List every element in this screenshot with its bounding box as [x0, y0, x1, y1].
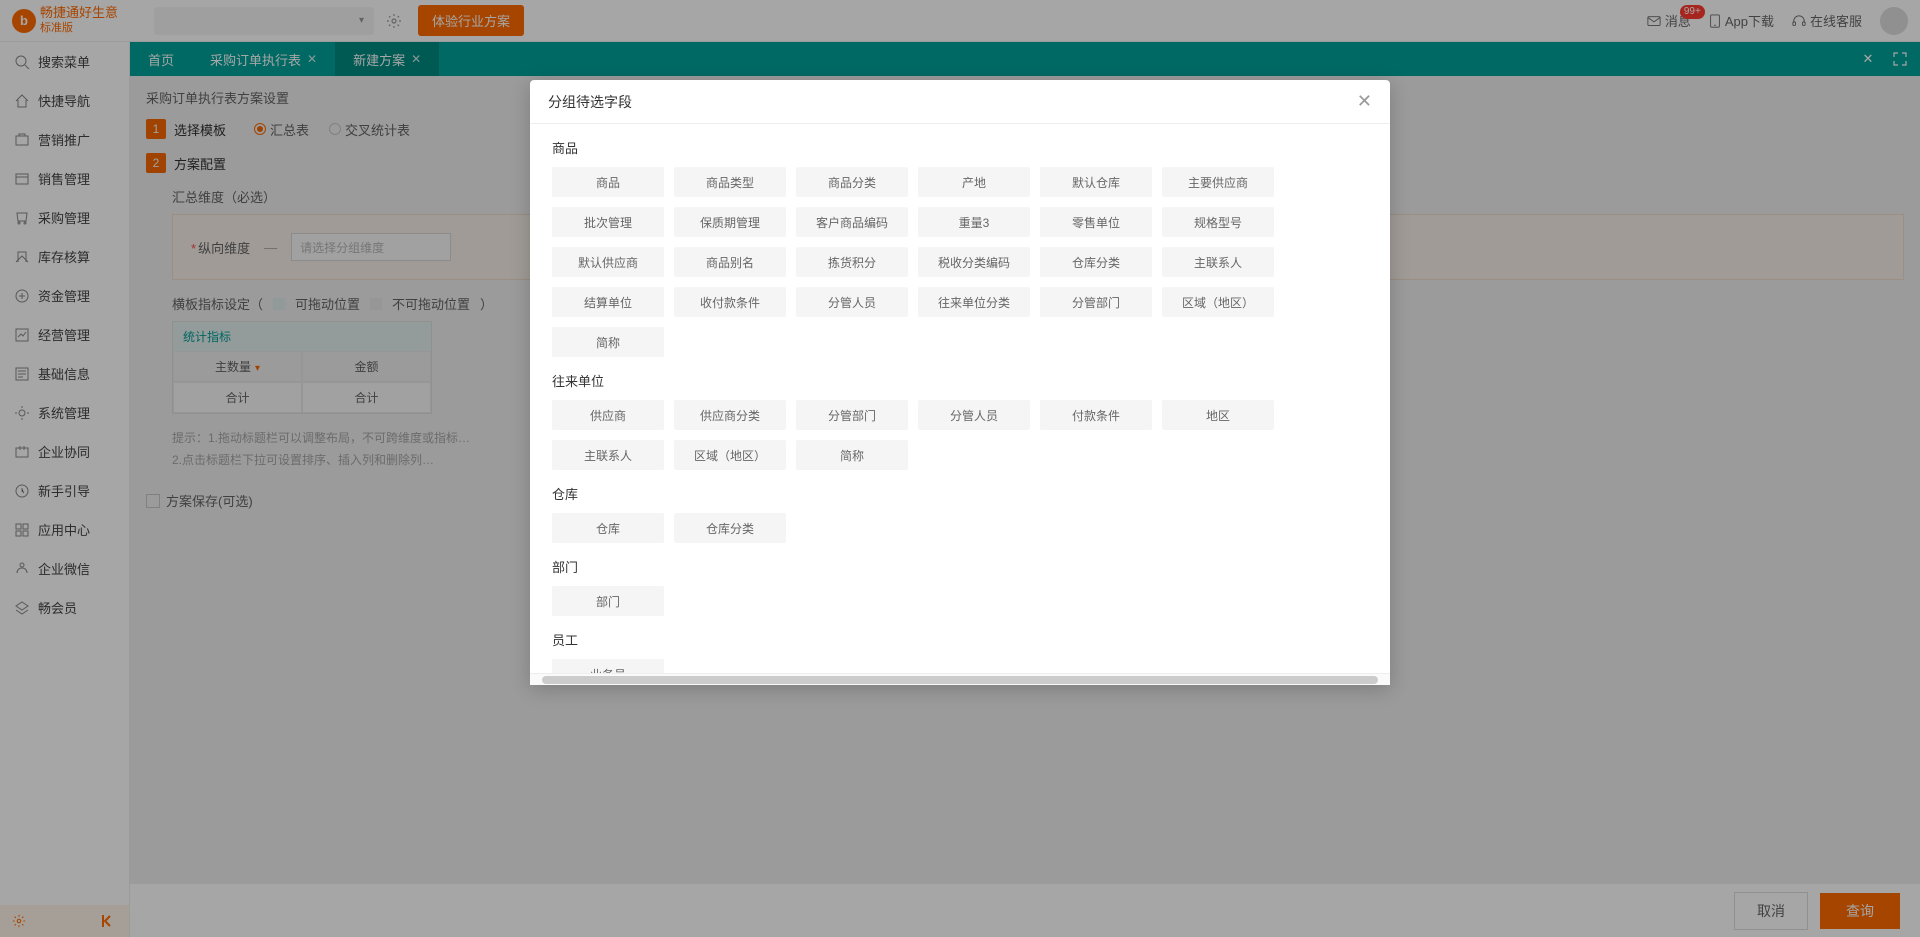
- field-group-title: 商品: [552, 138, 1368, 157]
- field-chip[interactable]: 往来单位分类: [918, 287, 1030, 317]
- field-chip[interactable]: 重量3: [918, 207, 1030, 237]
- field-group-3: 部门部门: [552, 557, 1368, 616]
- field-chip[interactable]: 商品类型: [674, 167, 786, 197]
- chip-row: 部门: [552, 586, 1368, 616]
- chip-row: 业务员: [552, 659, 1368, 673]
- field-group-1: 往来单位供应商供应商分类分管部门分管人员付款条件地区主联系人区域（地区） 简称: [552, 371, 1368, 470]
- close-icon[interactable]: ✕: [1357, 91, 1372, 112]
- field-chip[interactable]: 分管人员: [918, 400, 1030, 430]
- field-chip[interactable]: 规格型号: [1162, 207, 1274, 237]
- field-chip[interactable]: 区域（地区）: [674, 440, 786, 470]
- field-chip[interactable]: 保质期管理: [674, 207, 786, 237]
- field-chip[interactable]: 零售单位: [1040, 207, 1152, 237]
- field-chip[interactable]: 仓库: [552, 513, 664, 543]
- field-chip[interactable]: 主要供应商: [1162, 167, 1274, 197]
- field-chip[interactable]: 主联系人: [1162, 247, 1274, 277]
- field-picker-modal: 分组待选字段 ✕ 商品商品商品类型商品分类产地默认仓库主要供应商批次管理保质期管…: [530, 80, 1390, 685]
- field-group-title: 部门: [552, 557, 1368, 576]
- field-chip[interactable]: 产地: [918, 167, 1030, 197]
- field-chip[interactable]: 业务员: [552, 659, 664, 673]
- field-chip[interactable]: 默认仓库: [1040, 167, 1152, 197]
- field-chip[interactable]: 主联系人: [552, 440, 664, 470]
- field-chip[interactable]: 客户商品编码: [796, 207, 908, 237]
- field-chip[interactable]: 结算单位: [552, 287, 664, 317]
- field-group-0: 商品商品商品类型商品分类产地默认仓库主要供应商批次管理保质期管理客户商品编码重量…: [552, 138, 1368, 357]
- modal-horizontal-scrollbar[interactable]: [530, 673, 1390, 685]
- modal-body[interactable]: 商品商品商品类型商品分类产地默认仓库主要供应商批次管理保质期管理客户商品编码重量…: [530, 124, 1390, 673]
- field-chip[interactable]: 付款条件: [1040, 400, 1152, 430]
- field-chip[interactable]: 税收分类编码: [918, 247, 1030, 277]
- field-chip[interactable]: 简称: [796, 440, 908, 470]
- scrollbar-thumb[interactable]: [542, 676, 1378, 684]
- field-chip[interactable]: 供应商: [552, 400, 664, 430]
- field-group-title: 仓库: [552, 484, 1368, 503]
- modal-title: 分组待选字段: [548, 92, 632, 112]
- chip-row: 商品商品类型商品分类产地默认仓库主要供应商批次管理保质期管理客户商品编码重量3 零…: [552, 167, 1368, 357]
- field-chip[interactable]: 收付款条件: [674, 287, 786, 317]
- field-chip[interactable]: 分管部门: [1040, 287, 1152, 317]
- field-chip[interactable]: 商品: [552, 167, 664, 197]
- chip-row: 仓库仓库分类: [552, 513, 1368, 543]
- field-group-title: 员工: [552, 630, 1368, 649]
- field-chip[interactable]: 商品分类: [796, 167, 908, 197]
- modal-header: 分组待选字段 ✕: [530, 80, 1390, 124]
- field-group-2: 仓库仓库仓库分类: [552, 484, 1368, 543]
- field-group-4: 员工业务员: [552, 630, 1368, 673]
- field-group-title: 往来单位: [552, 371, 1368, 390]
- field-chip[interactable]: 商品别名: [674, 247, 786, 277]
- field-chip[interactable]: 拣货积分: [796, 247, 908, 277]
- field-chip[interactable]: 分管人员: [796, 287, 908, 317]
- field-chip[interactable]: 区域（地区）: [1162, 287, 1274, 317]
- field-chip[interactable]: 地区: [1162, 400, 1274, 430]
- field-chip[interactable]: 部门: [552, 586, 664, 616]
- chip-row: 供应商供应商分类分管部门分管人员付款条件地区主联系人区域（地区） 简称: [552, 400, 1368, 470]
- field-chip[interactable]: 简称: [552, 327, 664, 357]
- field-chip[interactable]: 批次管理: [552, 207, 664, 237]
- field-chip[interactable]: 仓库分类: [1040, 247, 1152, 277]
- field-chip[interactable]: 默认供应商: [552, 247, 664, 277]
- field-chip[interactable]: 仓库分类: [674, 513, 786, 543]
- field-chip[interactable]: 供应商分类: [674, 400, 786, 430]
- field-chip[interactable]: 分管部门: [796, 400, 908, 430]
